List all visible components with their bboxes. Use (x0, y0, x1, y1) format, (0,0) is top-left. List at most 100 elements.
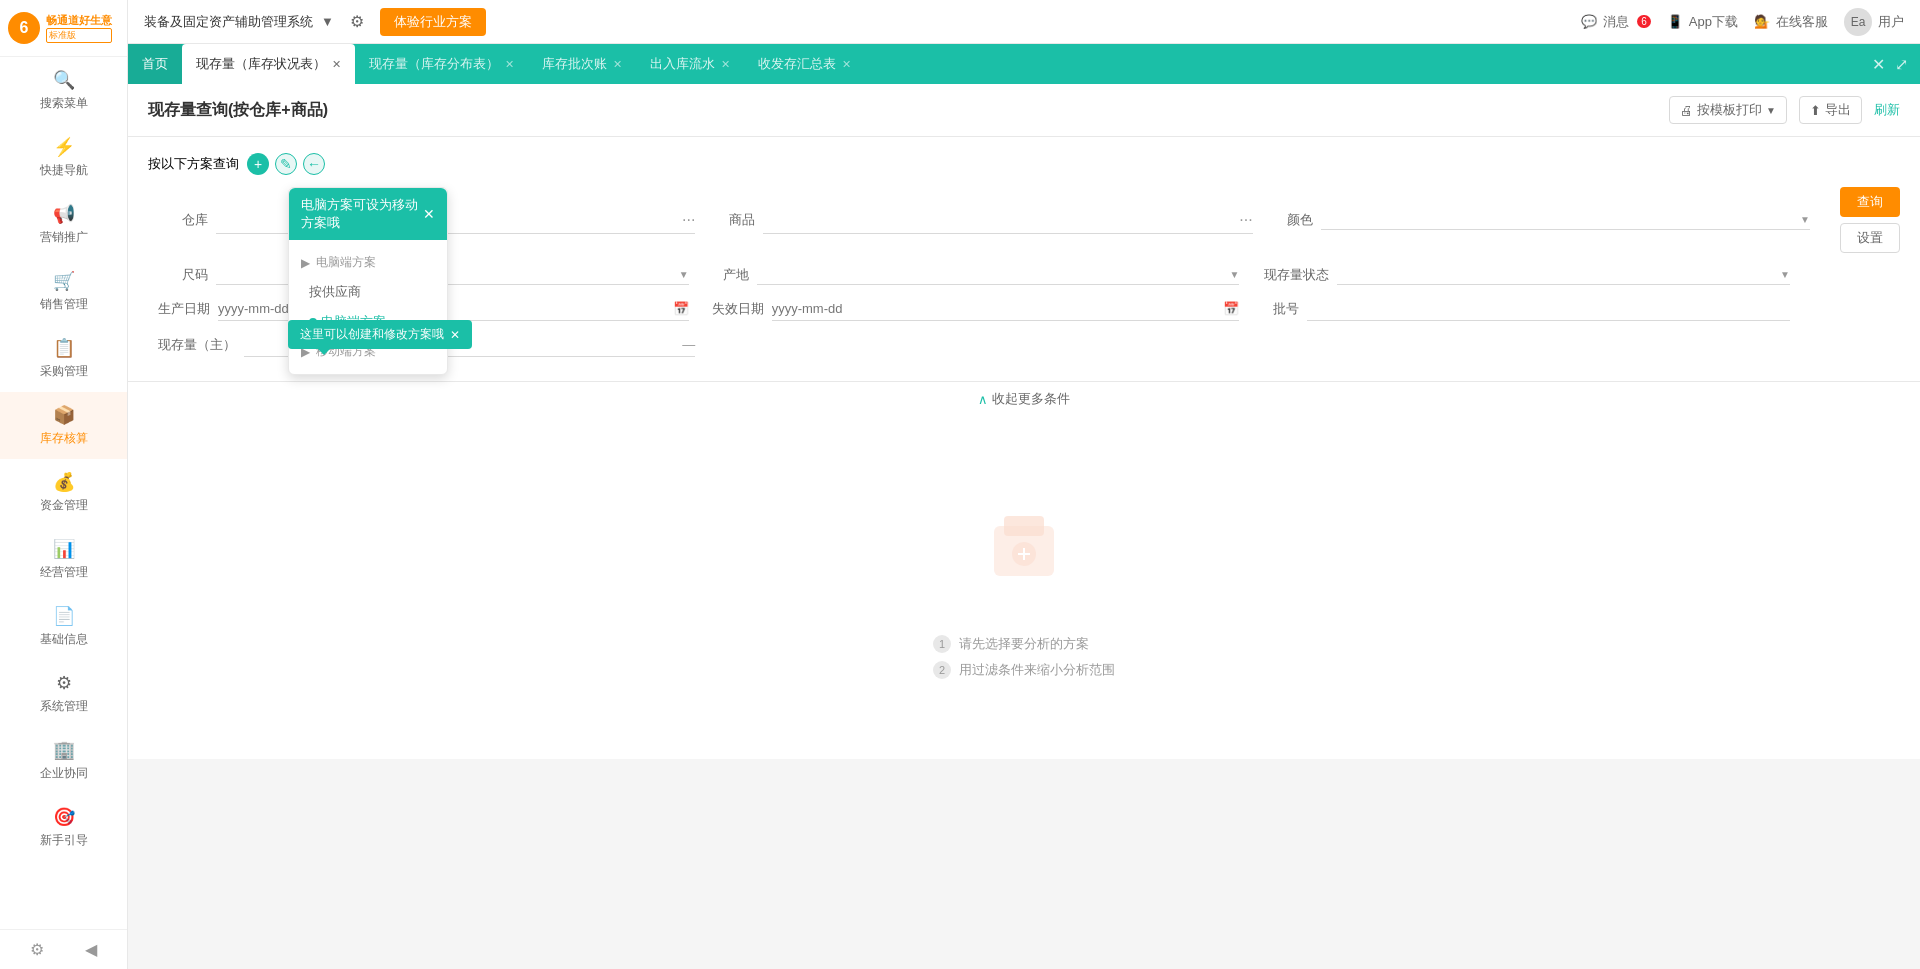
marketing-icon: 📢 (53, 203, 75, 225)
collapse-arrow-icon: ∧ (978, 392, 988, 407)
inventory-icon: 📦 (53, 404, 75, 426)
product-dots[interactable]: ··· (1239, 211, 1252, 229)
scheme-tooltip: 这里可以创建和修改方案哦 ✕ (288, 320, 472, 349)
app-icon: 📱 (1667, 14, 1683, 29)
desktop-scheme-header: ▶电脑端方案 (289, 248, 447, 277)
tab-inventory-dist[interactable]: 现存量（库存分布表） ✕ (355, 44, 528, 84)
batch-label: 批号 (1259, 300, 1299, 318)
sidebar-collapse-btn[interactable]: ◀ (85, 940, 97, 959)
batch-input[interactable] (1307, 297, 1790, 321)
tab-actions: ✕ ⤢ (1860, 55, 1920, 74)
sidebar-footer: ⚙ ◀ (0, 929, 127, 969)
header-right: 💬 消息 6 📱 App下载 💁 在线客服 Ea 用户 (1581, 8, 1904, 36)
sidebar-item-quick-nav[interactable]: ⚡ 快捷导航 (0, 124, 127, 191)
tab-close-batch-account[interactable]: ✕ (613, 58, 622, 71)
sidebar-item-operations[interactable]: 📊 经营管理 (0, 526, 127, 593)
sidebar-item-inventory[interactable]: 📦 库存核算 (0, 392, 127, 459)
scheme-popup-close-btn[interactable]: ✕ (423, 206, 435, 222)
online-support-btn[interactable]: 💁 在线客服 (1754, 13, 1828, 31)
empty-steps: 1 请先选择要分析的方案 2 用过滤条件来缩小分析范围 (933, 635, 1115, 679)
empty-step-2: 2 用过滤条件来缩小分析范围 (933, 661, 1115, 679)
system-title: 装备及固定资产辅助管理系统 ▼ (144, 13, 334, 31)
tab-inventory-status[interactable]: 现存量（库存状况表） ✕ (182, 44, 355, 84)
scheme-tooltip-close-btn[interactable]: ✕ (450, 328, 460, 342)
finance-icon: 💰 (53, 471, 75, 493)
filter-header: 按以下方案查询 + ✎ ← (148, 153, 1900, 175)
filter-label: 按以下方案查询 (148, 155, 239, 173)
origin-select[interactable]: ▼ (757, 265, 1240, 285)
main-content: 装备及固定资产辅助管理系统 ▼ ⚙ 体验行业方案 💬 消息 6 📱 App下载 … (128, 0, 1920, 969)
app-download-btn[interactable]: 📱 App下载 (1667, 13, 1738, 31)
scheme-item-supplier[interactable]: 按供应商 (289, 277, 447, 307)
tab-close-inventory-dist[interactable]: ✕ (505, 58, 514, 71)
sidebar-item-system[interactable]: ⚙ 系统管理 (0, 660, 127, 727)
print-btn[interactable]: 🖨 按模板打印 ▼ (1669, 96, 1787, 124)
message-btn[interactable]: 💬 消息 6 (1581, 13, 1651, 31)
filter-back-btn[interactable]: ← (303, 153, 325, 175)
tab-bar: 首页 现存量（库存状况表） ✕ 现存量（库存分布表） ✕ 库存批次账 ✕ 出入库… (128, 44, 1920, 84)
search-reset-group: 查询 设置 (1840, 187, 1900, 253)
stock-range-sep: — (682, 337, 695, 352)
stock-status-label: 现存量状态 (1259, 266, 1329, 284)
quick-nav-icon: ⚡ (53, 136, 75, 158)
sidebar-item-purchase[interactable]: 📋 采购管理 (0, 325, 127, 392)
search-btn[interactable]: 查询 (1840, 187, 1900, 217)
stock-main-label: 现存量（主） (158, 336, 236, 354)
tab-close-all-btn[interactable]: ✕ (1872, 55, 1885, 74)
tab-close-inventory-status[interactable]: ✕ (332, 58, 341, 71)
collapse-btn[interactable]: ∧ 收起更多条件 (978, 390, 1070, 408)
filter-add-btn[interactable]: + (247, 153, 269, 175)
product-label: 商品 (715, 211, 755, 229)
system-icon: ⚙ (56, 672, 72, 694)
warehouse-dots[interactable]: ··· (682, 211, 695, 229)
page-header: 现存量查询(按仓库+商品) 🖨 按模板打印 ▼ ⬆ 导出 刷新 (128, 84, 1920, 137)
support-icon: 💁 (1754, 14, 1770, 29)
purchase-icon: 📋 (53, 337, 75, 359)
export-btn[interactable]: ⬆ 导出 (1799, 96, 1862, 124)
size-label: 尺码 (158, 266, 208, 284)
logo-text: 畅通道好生意 标准版 (46, 13, 112, 43)
avatar: Ea (1844, 8, 1872, 36)
stock-status-select[interactable]: ▼ (1337, 265, 1790, 285)
tab-home[interactable]: 首页 (128, 44, 182, 84)
sidebar-nav: 🔍 搜索菜单 ⚡ 快捷导航 📢 营销推广 🛒 销售管理 📋 采购管理 📦 库存核… (0, 57, 127, 929)
filter-edit-btn[interactable]: ✎ (275, 153, 297, 175)
sidebar-settings-btn[interactable]: ⚙ (30, 940, 44, 959)
expiry-date-input[interactable] (772, 301, 1220, 316)
sidebar-item-search-menu[interactable]: 🔍 搜索菜单 (0, 57, 127, 124)
prod-date-calendar-icon[interactable]: 📅 (673, 301, 689, 316)
tab-expand-btn[interactable]: ⤢ (1895, 55, 1908, 74)
basic-icon: 📄 (53, 605, 75, 627)
sidebar-item-guide[interactable]: 🎯 新手引导 (0, 794, 127, 861)
header-settings-btn[interactable]: ⚙ (350, 12, 364, 31)
size-select[interactable]: ▼ (216, 265, 689, 285)
sales-icon: 🛒 (53, 270, 75, 292)
sidebar-item-marketing[interactable]: 📢 营销推广 (0, 191, 127, 258)
expiry-date-calendar-icon[interactable]: 📅 (1223, 301, 1239, 316)
tab-batch-account[interactable]: 库存批次账 ✕ (528, 44, 636, 84)
sidebar-item-sales[interactable]: 🛒 销售管理 (0, 258, 127, 325)
tab-recv-summary[interactable]: 收发存汇总表 ✕ (744, 44, 865, 84)
empty-state: 1 请先选择要分析的方案 2 用过滤条件来缩小分析范围 (128, 416, 1920, 759)
svg-rect-1 (1004, 516, 1044, 536)
filter-panel: 按以下方案查询 + ✎ ← 电脑方案可设为移动方案哦 ✕ ▶电脑端方案 按供应 (128, 137, 1920, 382)
prod-date-label: 生产日期 (158, 300, 210, 318)
tab-close-in-out-flow[interactable]: ✕ (721, 58, 730, 71)
refresh-btn[interactable]: 刷新 (1874, 101, 1900, 119)
user-area[interactable]: Ea 用户 (1844, 8, 1904, 36)
system-dropdown-arrow[interactable]: ▼ (321, 14, 334, 29)
origin-label: 产地 (709, 266, 749, 284)
reset-btn[interactable]: 设置 (1840, 223, 1900, 253)
collapse-bar[interactable]: ∧ 收起更多条件 (128, 382, 1920, 416)
export-icon: ⬆ (1810, 103, 1821, 118)
trial-btn[interactable]: 体验行业方案 (380, 8, 486, 36)
filter-batch: 批号 (1259, 297, 1790, 321)
tab-in-out-flow[interactable]: 出入库流水 ✕ (636, 44, 744, 84)
search-menu-icon: 🔍 (53, 69, 75, 91)
tab-close-recv-summary[interactable]: ✕ (842, 58, 851, 71)
sidebar-item-basic[interactable]: 📄 基础信息 (0, 593, 127, 660)
sidebar-item-enterprise[interactable]: 🏢 企业协同 (0, 727, 127, 794)
logo-icon: 6 (8, 12, 40, 44)
empty-state-icon (974, 496, 1074, 615)
sidebar-item-finance[interactable]: 💰 资金管理 (0, 459, 127, 526)
